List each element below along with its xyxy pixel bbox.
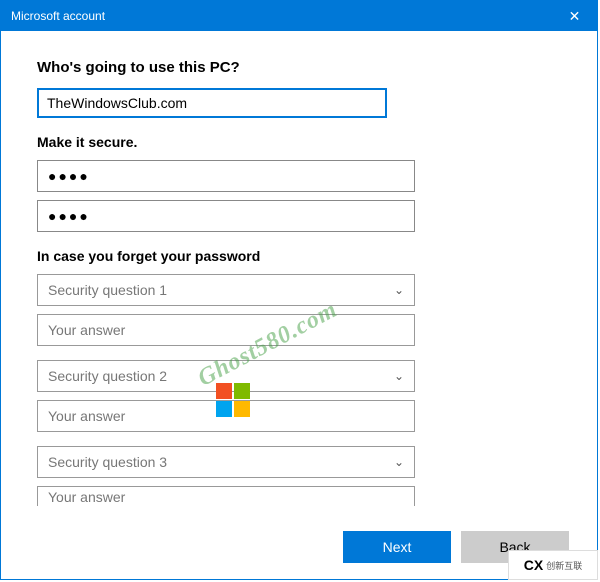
password-input[interactable]: ●●●●	[37, 160, 415, 192]
corner-mark: CX	[524, 557, 543, 573]
security-question-1-placeholder: Security question 1	[48, 282, 167, 298]
security-answer-3-input[interactable]: Your answer	[37, 486, 415, 506]
username-input[interactable]	[37, 88, 387, 118]
security-heading: In case you forget your password	[37, 248, 561, 264]
window-frame: Microsoft account ✕ Who's going to use t…	[0, 0, 598, 580]
password-heading: Make it secure.	[37, 134, 561, 150]
chevron-down-icon: ⌄	[394, 369, 404, 383]
security-question-3-placeholder: Security question 3	[48, 454, 167, 470]
next-button[interactable]: Next	[343, 531, 451, 563]
confirm-password-input[interactable]: ●●●●	[37, 200, 415, 232]
security-answer-2-input[interactable]: Your answer	[37, 400, 415, 432]
close-button[interactable]: ✕	[552, 1, 597, 31]
window-title: Microsoft account	[11, 9, 105, 23]
close-icon: ✕	[569, 8, 581, 25]
security-answer-1-placeholder: Your answer	[48, 322, 125, 338]
security-question-2-placeholder: Security question 2	[48, 368, 167, 384]
security-question-2-select[interactable]: Security question 2 ⌄	[37, 360, 415, 392]
content-area: Who's going to use this PC? Make it secu…	[1, 31, 597, 579]
security-question-3-select[interactable]: Security question 3 ⌄	[37, 446, 415, 478]
username-heading: Who's going to use this PC?	[37, 59, 561, 76]
security-answer-2-placeholder: Your answer	[48, 408, 125, 424]
titlebar: Microsoft account ✕	[1, 1, 597, 31]
security-answer-1-input[interactable]: Your answer	[37, 314, 415, 346]
chevron-down-icon: ⌄	[394, 455, 404, 469]
security-answer-3-placeholder: Your answer	[48, 489, 125, 505]
corner-brand-badge: CX 创新互联	[508, 550, 598, 580]
security-question-1-select[interactable]: Security question 1 ⌄	[37, 274, 415, 306]
chevron-down-icon: ⌄	[394, 283, 404, 297]
corner-brand-text: 创新互联	[546, 559, 582, 572]
